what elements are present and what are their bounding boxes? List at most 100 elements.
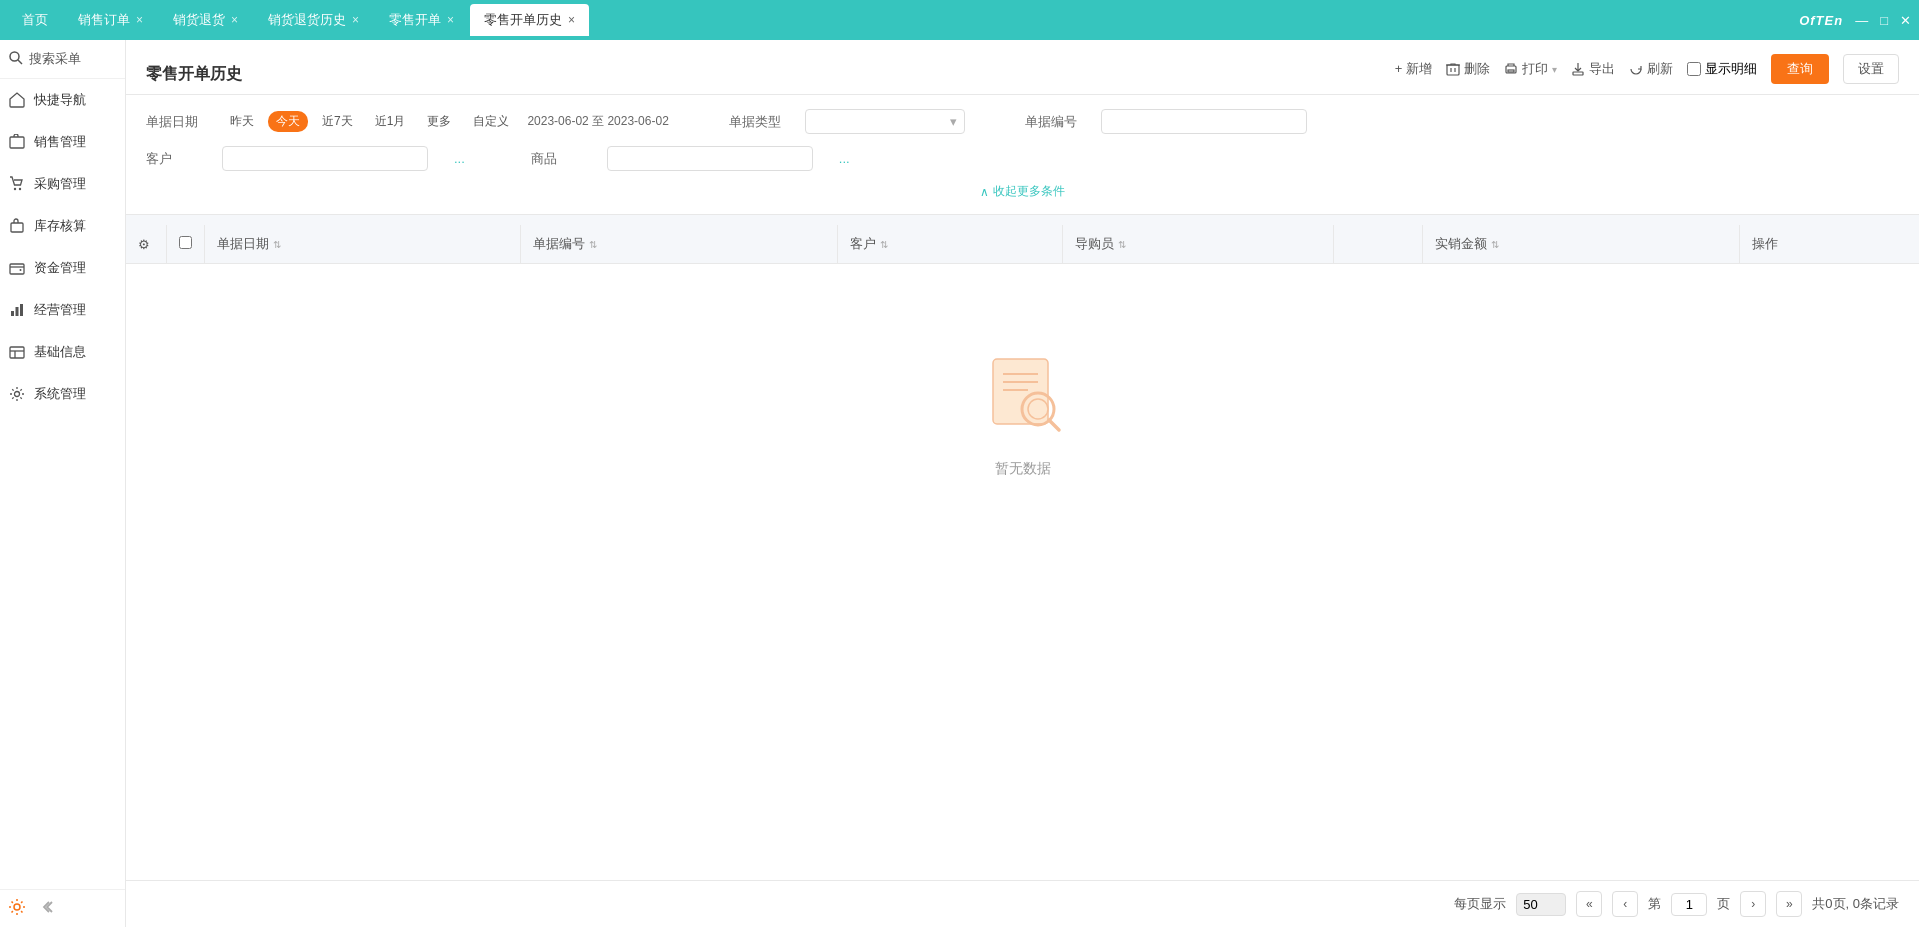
sales-icon: [8, 133, 26, 151]
date-btn-today[interactable]: 今天: [268, 111, 308, 132]
next-page-button[interactable]: ›: [1740, 891, 1766, 917]
date-btn-7days[interactable]: 近7天: [314, 111, 361, 132]
close-button[interactable]: ✕: [1900, 13, 1911, 28]
sidebar-settings-icon[interactable]: [8, 898, 26, 919]
add-button[interactable]: + 新增: [1395, 60, 1432, 78]
col-date[interactable]: 单据日期 ⇅: [204, 225, 521, 264]
svg-rect-6: [10, 264, 24, 274]
tab-sales-order[interactable]: 销售订单 ×: [64, 4, 157, 36]
cart-icon: [8, 175, 26, 193]
date-label: 单据日期: [146, 113, 202, 131]
tab-retail-open-label: 零售开单: [389, 11, 441, 29]
tab-home[interactable]: 首页: [8, 4, 62, 36]
table-area: ⚙ 单据日期 ⇅ 单据编号: [126, 225, 1919, 880]
sidebar-item-purchase-mgmt[interactable]: 采购管理: [0, 163, 125, 205]
sidebar-item-operation[interactable]: 经营管理: [0, 289, 125, 331]
doc-type-select[interactable]: 全部 零售单 退货单: [805, 109, 965, 134]
sidebar-item-sales-mgmt[interactable]: 销售管理: [0, 121, 125, 163]
maximize-button[interactable]: □: [1880, 13, 1888, 28]
delete-button[interactable]: 删除: [1446, 60, 1490, 78]
date-btn-more[interactable]: 更多: [419, 111, 459, 132]
last-page-button[interactable]: »: [1776, 891, 1802, 917]
col-no[interactable]: 单据编号 ⇅: [521, 225, 838, 264]
refresh-icon: [1629, 62, 1643, 76]
tab-retail-open-history[interactable]: 零售开单历史 ×: [470, 4, 589, 36]
svg-rect-16: [1447, 65, 1459, 75]
window-actions: OfTEn — □ ✕: [1799, 13, 1911, 28]
svg-rect-11: [10, 347, 24, 358]
data-table: ⚙ 单据日期 ⇅ 单据编号: [126, 225, 1919, 558]
sidebar: 搜索采单 快捷导航 销售管理 采购管理 库存核算: [0, 40, 126, 927]
date-btn-yesterday[interactable]: 昨天: [222, 111, 262, 132]
table-icon: [8, 343, 26, 361]
col-date-label: 单据日期: [217, 235, 269, 253]
date-quick-btns: 昨天 今天 近7天 近1月 更多 自定义 2023-06-02 至 2023-0…: [222, 111, 669, 132]
tab-retail-open-close[interactable]: ×: [447, 13, 454, 27]
print-button[interactable]: 打印 ▾: [1504, 60, 1557, 78]
tab-sales-order-close[interactable]: ×: [136, 13, 143, 27]
page-end-label: 页: [1717, 895, 1730, 913]
col-customer[interactable]: 客户 ⇅: [838, 225, 1062, 264]
tab-retail-open-history-close[interactable]: ×: [568, 13, 575, 27]
empty-text: 暂无数据: [995, 460, 1051, 478]
tab-retail-open[interactable]: 零售开单 ×: [375, 4, 468, 36]
page-number-input[interactable]: [1671, 893, 1707, 916]
total-info: 共0页, 0条记录: [1812, 895, 1899, 913]
svg-line-29: [1049, 420, 1059, 430]
sidebar-item-system-label: 系统管理: [34, 385, 86, 403]
sidebar-collapse-icon[interactable]: [38, 898, 56, 919]
date-range-display: 2023-06-02 至 2023-06-02: [527, 113, 668, 130]
minimize-button[interactable]: —: [1855, 13, 1868, 28]
filter-area: 单据日期 昨天 今天 近7天 近1月 更多 自定义 2023-06-02 至 2…: [126, 95, 1919, 215]
col-settings[interactable]: ⚙: [126, 225, 166, 264]
col-checkbox[interactable]: [166, 225, 204, 264]
table-header-row: ⚙ 单据日期 ⇅ 单据编号: [126, 225, 1919, 264]
per-page-select[interactable]: 50 10 20 100: [1516, 893, 1566, 916]
sidebar-bottom: [0, 889, 125, 927]
page-header: 零售开单历史 + 新增 删除 打印 ▾ 导出 刷新: [126, 40, 1919, 95]
date-btn-custom[interactable]: 自定义: [465, 111, 517, 132]
sidebar-item-finance[interactable]: 资金管理: [0, 247, 125, 289]
tab-sales-return[interactable]: 销货退货 ×: [159, 4, 252, 36]
sidebar-item-base-info[interactable]: 基础信息: [0, 331, 125, 373]
col-amount[interactable]: 实销金额 ⇅: [1422, 225, 1739, 264]
first-page-button[interactable]: «: [1576, 891, 1602, 917]
collapse-more-btn[interactable]: ∧ 收起更多条件: [146, 183, 1899, 200]
box-icon: [8, 217, 26, 235]
sidebar-item-base-info-label: 基础信息: [34, 343, 86, 361]
export-label: 导出: [1589, 60, 1615, 78]
select-all-checkbox[interactable]: [179, 236, 192, 249]
display-detail-option[interactable]: 显示明细: [1687, 60, 1757, 78]
svg-point-28: [1028, 399, 1048, 419]
doc-no-label: 单据编号: [1025, 113, 1081, 131]
delete-label: 删除: [1464, 60, 1490, 78]
svg-point-3: [14, 188, 16, 190]
tab-sales-return-history-close[interactable]: ×: [352, 13, 359, 27]
sidebar-item-sales-label: 销售管理: [34, 133, 86, 151]
per-page-label: 每页显示: [1454, 895, 1506, 913]
goods-search-icon[interactable]: ...: [833, 151, 856, 166]
tab-sales-return-close[interactable]: ×: [231, 13, 238, 27]
query-button[interactable]: 查询: [1771, 54, 1829, 84]
col-salesperson[interactable]: 导购员 ⇅: [1062, 225, 1333, 264]
gear-icon: [8, 385, 26, 403]
goods-input[interactable]: [607, 146, 813, 171]
customer-input[interactable]: [222, 146, 428, 171]
date-btn-1month[interactable]: 近1月: [367, 111, 414, 132]
doc-no-input[interactable]: [1101, 109, 1307, 134]
sidebar-item-inventory[interactable]: 库存核算: [0, 205, 125, 247]
export-button[interactable]: 导出: [1571, 60, 1615, 78]
refresh-button[interactable]: 刷新: [1629, 60, 1673, 78]
sidebar-item-system[interactable]: 系统管理: [0, 373, 125, 415]
svg-point-7: [20, 269, 22, 271]
settings-button[interactable]: 设置: [1843, 54, 1899, 84]
bar-chart-icon: [8, 301, 26, 319]
display-detail-checkbox[interactable]: [1687, 62, 1701, 76]
svg-rect-9: [16, 307, 19, 316]
sidebar-search[interactable]: 搜索采单: [0, 40, 125, 79]
customer-search-icon[interactable]: ...: [448, 151, 471, 166]
prev-page-button[interactable]: ‹: [1612, 891, 1638, 917]
sidebar-item-quick-nav[interactable]: 快捷导航: [0, 79, 125, 121]
tab-sales-return-history[interactable]: 销货退货历史 ×: [254, 4, 373, 36]
col-amount-label: 实销金额: [1435, 235, 1487, 253]
